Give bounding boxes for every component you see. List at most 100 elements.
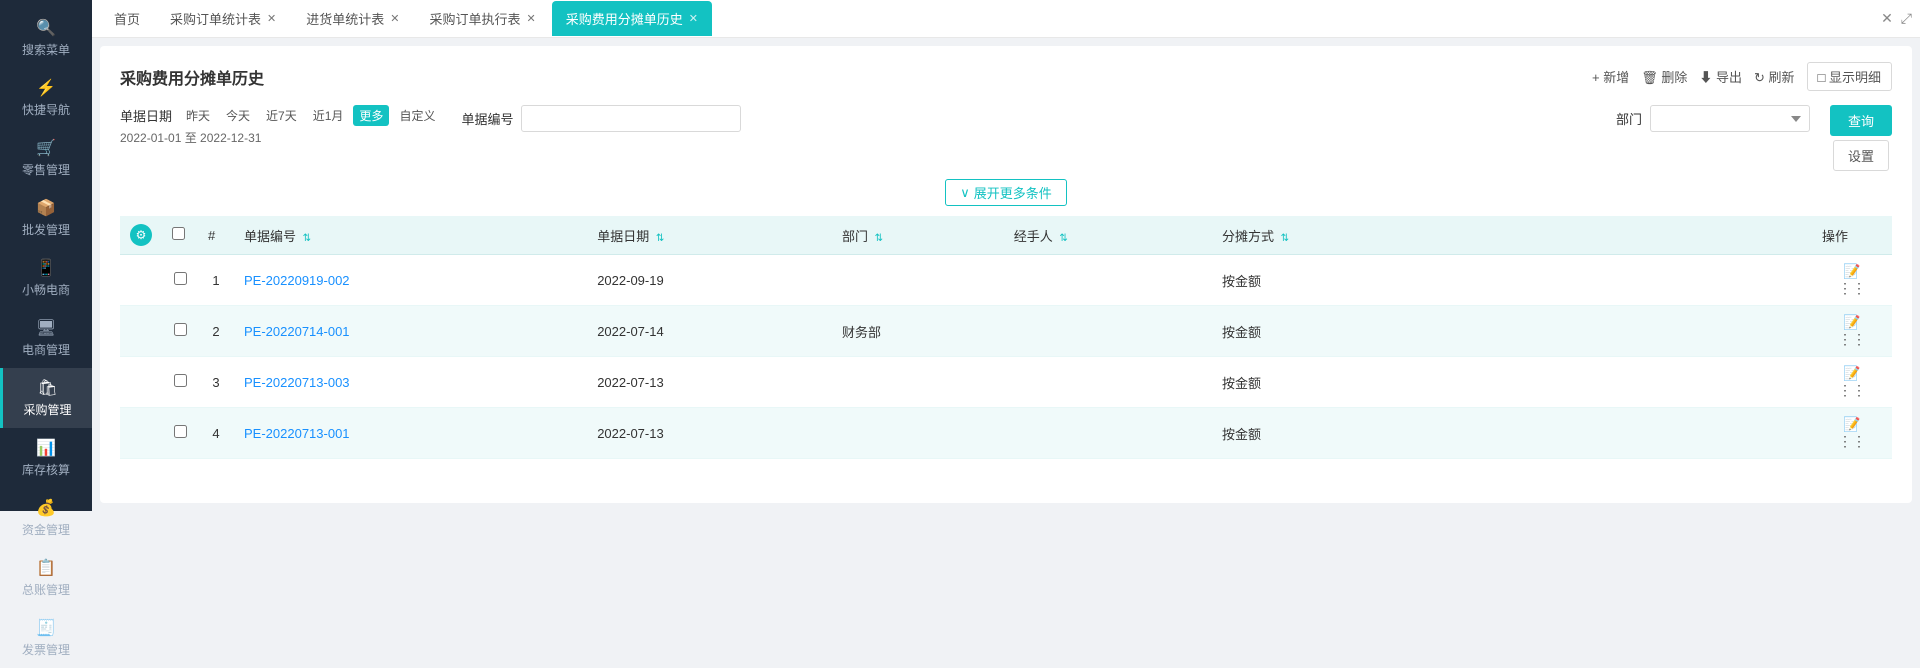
- row-doc-date: 2022-09-19: [587, 255, 832, 306]
- sidebar-item-invoice[interactable]: 🧾 发票管理: [0, 608, 92, 668]
- doc-date-header[interactable]: 单据日期 ⇅: [587, 216, 832, 255]
- refresh-button[interactable]: ↻ 刷新: [1754, 67, 1795, 86]
- tab-order-exec[interactable]: 采购订单执行表 ✕: [415, 1, 549, 36]
- doc-no-link[interactable]: PE-20220714-001: [244, 324, 350, 339]
- edit-icon[interactable]: 📝: [1843, 263, 1860, 279]
- department-select[interactable]: [1650, 105, 1810, 132]
- shortcut-yesterday[interactable]: 昨天: [180, 105, 216, 126]
- row-number: 2: [198, 306, 234, 357]
- doc-no-link[interactable]: PE-20220713-003: [244, 375, 350, 390]
- expand-more-row: ∨ 展开更多条件: [120, 179, 1892, 206]
- tab-home[interactable]: 首页: [100, 1, 154, 36]
- query-buttons: 查询 设置: [1830, 105, 1892, 171]
- chevron-down-icon: ∨: [960, 185, 970, 201]
- export-button[interactable]: ⬇ 导出: [1699, 67, 1742, 86]
- shortcut-today[interactable]: 今天: [220, 105, 256, 126]
- more-actions-icon[interactable]: ⋮⋮: [1838, 280, 1866, 296]
- shortcut-more[interactable]: 更多: [353, 105, 389, 126]
- row-checkbox[interactable]: [174, 374, 187, 387]
- doc-no-header[interactable]: 单据编号 ⇅: [234, 216, 587, 255]
- row-doc-no: PE-20220714-001: [234, 306, 587, 357]
- tab-home-label: 首页: [114, 9, 140, 28]
- tab-label: 进货单统计表: [306, 9, 384, 28]
- row-department: [832, 357, 1004, 408]
- filter-settings-button[interactable]: 设置: [1833, 140, 1889, 171]
- row-checkbox-cell: [162, 357, 198, 408]
- row-checkbox[interactable]: [174, 272, 187, 285]
- tab-cost-split[interactable]: 采购费用分摊单历史 ✕: [552, 1, 712, 36]
- more-actions-icon[interactable]: ⋮⋮: [1838, 382, 1866, 398]
- tab-purchase-order-stats[interactable]: 采购订单统计表 ✕: [156, 1, 290, 36]
- sidebar-item-inventory[interactable]: 📊 库存核算: [0, 428, 92, 488]
- sort-icon: ⇅: [875, 233, 883, 244]
- sidebar-item-purchase[interactable]: 🛍 采购管理: [0, 368, 92, 428]
- handler-header[interactable]: 经手人 ⇅: [1004, 216, 1212, 255]
- tab-close-icon[interactable]: ✕: [267, 12, 276, 25]
- row-department: 财务部: [832, 306, 1004, 357]
- export-label: ⬇ 导出: [1699, 67, 1742, 86]
- show-columns-button[interactable]: □ 显示明细: [1807, 62, 1892, 91]
- row-checkbox[interactable]: [174, 323, 187, 336]
- main-content: 首页 采购订单统计表 ✕ 进货单统计表 ✕ 采购订单执行表 ✕ 采购费用分摊单历…: [92, 0, 1920, 511]
- sidebar-item-retail[interactable]: 🛒 零售管理: [0, 128, 92, 188]
- table-header-row: ⚙ # 单据编号 ⇅ 单据日期 ⇅ 部门 ⇅: [120, 216, 1892, 255]
- purchase-icon: 🛍: [37, 378, 57, 398]
- sidebar-item-mini-ecommerce[interactable]: 📱 小畅电商: [0, 248, 92, 308]
- accounting-icon: 📋: [36, 558, 56, 578]
- delete-button[interactable]: 🗑 删除: [1641, 67, 1687, 86]
- number-header: #: [198, 216, 234, 255]
- sidebar-item-accounting[interactable]: 📋 总账管理: [0, 548, 92, 608]
- shortcut-custom[interactable]: 自定义: [393, 105, 441, 126]
- row-split-method: 按金额: [1212, 408, 1812, 459]
- row-split-method: 按金额: [1212, 357, 1812, 408]
- tab-label: 采购订单执行表: [429, 9, 520, 28]
- row-actions: 📝 ⋮⋮: [1812, 255, 1892, 306]
- sidebar-item-label: 小畅电商: [22, 281, 70, 298]
- close-all-tabs-icon[interactable]: ✕: [1881, 10, 1893, 27]
- row-settings-cell: [120, 408, 162, 459]
- doc-number-filter: 单据编号: [461, 105, 741, 132]
- row-department: [832, 408, 1004, 459]
- department-label: 部门: [1616, 109, 1642, 128]
- sidebar-item-finance[interactable]: 💰 资金管理: [0, 488, 92, 548]
- more-actions-icon[interactable]: ⋮⋮: [1838, 433, 1866, 449]
- tab-close-icon[interactable]: ✕: [390, 12, 399, 25]
- tab-close-icon[interactable]: ✕: [527, 12, 536, 25]
- sidebar-item-search[interactable]: 🔍 搜索菜单: [0, 8, 92, 68]
- sidebar-item-shortcut[interactable]: ⚡ 快捷导航: [0, 68, 92, 128]
- query-button[interactable]: 查询: [1830, 105, 1892, 136]
- sidebar-item-ecommerce[interactable]: 🖥 电商管理: [0, 308, 92, 368]
- edit-icon[interactable]: 📝: [1843, 365, 1860, 381]
- row-number: 3: [198, 357, 234, 408]
- actions-header: 操作: [1812, 216, 1892, 255]
- split-method-header[interactable]: 分摊方式 ⇅: [1212, 216, 1812, 255]
- data-table: ⚙ # 单据编号 ⇅ 单据日期 ⇅ 部门 ⇅: [120, 216, 1892, 459]
- edit-icon[interactable]: 📝: [1843, 416, 1860, 432]
- edit-icon[interactable]: 📝: [1843, 314, 1860, 330]
- select-all-checkbox[interactable]: [172, 227, 185, 240]
- maximize-icon[interactable]: ⤢: [1901, 10, 1912, 27]
- row-doc-no: PE-20220713-001: [234, 408, 587, 459]
- inventory-icon: 📊: [36, 438, 56, 458]
- row-doc-date: 2022-07-13: [587, 357, 832, 408]
- doc-no-link[interactable]: PE-20220713-001: [244, 426, 350, 441]
- doc-no-link[interactable]: PE-20220919-002: [244, 273, 350, 288]
- sidebar-item-label: 快捷导航: [22, 101, 70, 118]
- add-button[interactable]: + 新增: [1592, 67, 1629, 86]
- row-checkbox[interactable]: [174, 425, 187, 438]
- shortcut-7days[interactable]: 近7天: [260, 105, 303, 126]
- row-handler: [1004, 306, 1212, 357]
- tab-close-icon[interactable]: ✕: [689, 12, 698, 25]
- more-actions-icon[interactable]: ⋮⋮: [1838, 331, 1866, 347]
- shortcut-1month[interactable]: 近1月: [307, 105, 350, 126]
- expand-conditions-button[interactable]: ∨ 展开更多条件: [945, 179, 1067, 206]
- tab-goods-stats[interactable]: 进货单统计表 ✕: [292, 1, 413, 36]
- department-header[interactable]: 部门 ⇅: [832, 216, 1004, 255]
- sort-icon: ⇅: [303, 233, 311, 244]
- column-settings-icon[interactable]: ⚙: [130, 224, 152, 246]
- sidebar-item-wholesale[interactable]: 📦 批发管理: [0, 188, 92, 248]
- doc-number-input[interactable]: [521, 105, 741, 132]
- row-doc-date: 2022-07-13: [587, 408, 832, 459]
- date-filter-group: 单据日期 昨天 今天 近7天 近1月 更多 自定义 2022-01-01 至 2…: [120, 105, 441, 146]
- row-actions: 📝 ⋮⋮: [1812, 357, 1892, 408]
